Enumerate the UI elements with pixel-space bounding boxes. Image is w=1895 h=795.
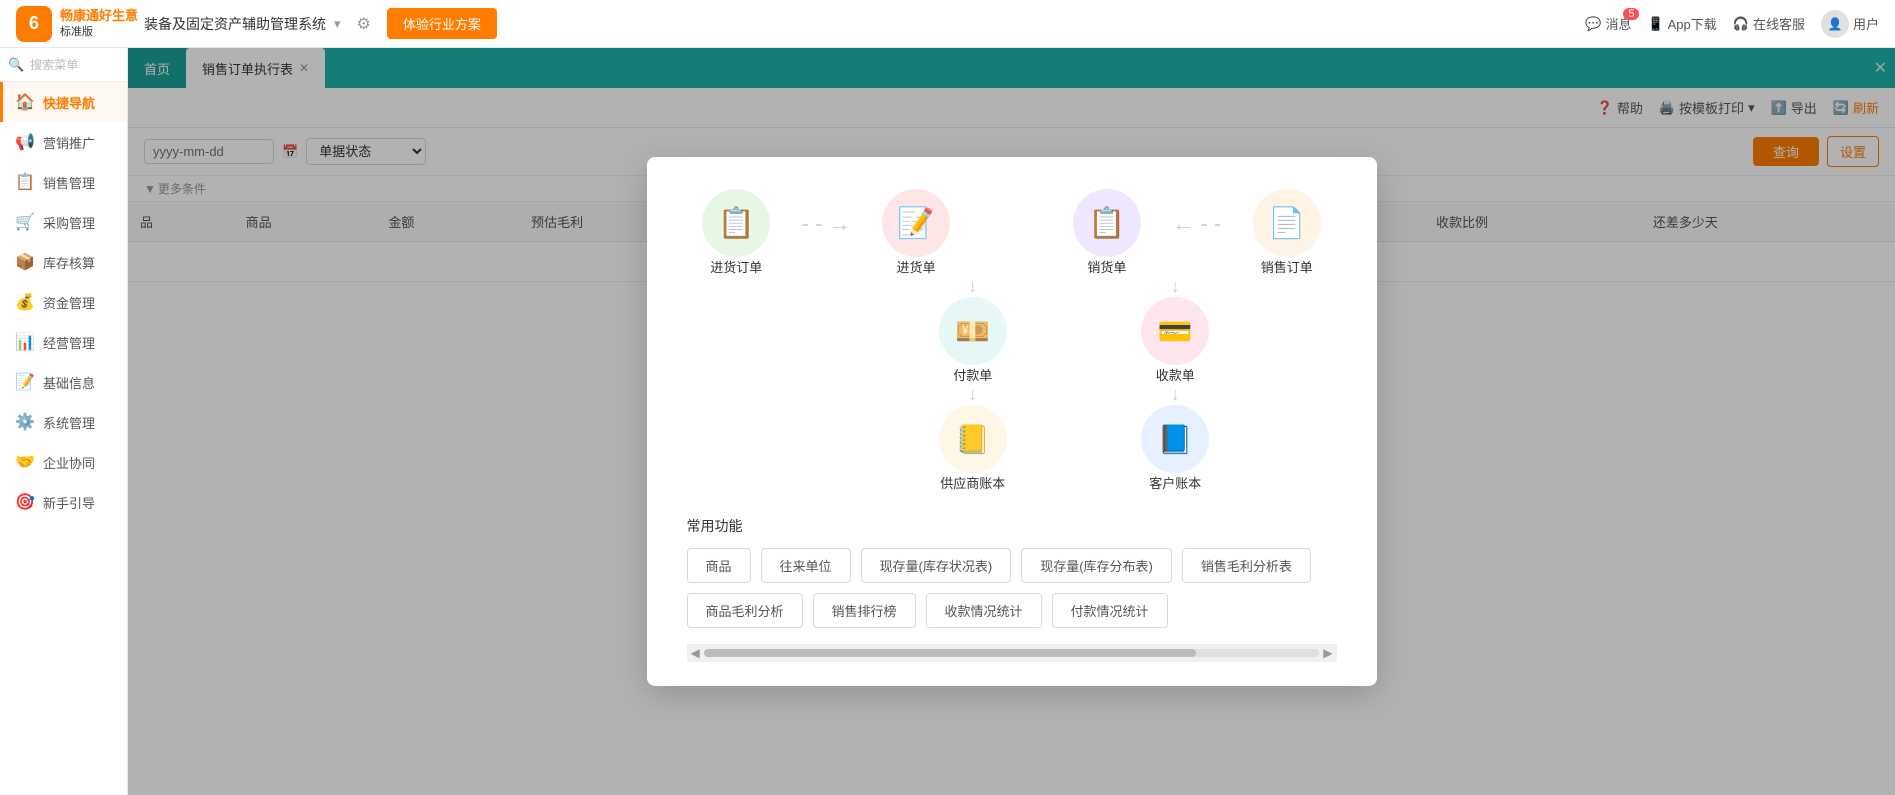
settings-icon[interactable]: ⚙ [357,14,371,34]
message-badge: 5 [1623,8,1639,20]
sidebar-item-sales[interactable]: 📋 销售管理 [0,162,127,202]
system-dropdown-icon[interactable]: ▾ [334,16,341,32]
flow-node-purchase-slip: 📝 进货单 [882,189,950,276]
sidebar-item-finance[interactable]: 💰 资金管理 [0,282,127,322]
app-download-button[interactable]: 📱 App下载 [1647,14,1716,33]
sidebar-item-quicknav[interactable]: 🏠 快捷导航 [0,82,127,122]
arrow-down-3: ↓ [968,384,977,405]
sidebar-item-inventory[interactable]: 📦 库存核算 [0,242,127,282]
arrow-down-1: ↓ [968,276,977,297]
flow-node-purchase-order: 📋 进货订单 [702,189,770,276]
sidebar-item-marketing[interactable]: 📢 营销推广 [0,122,127,162]
sidebar-item-basic-info[interactable]: 📝 基础信息 [0,362,127,402]
sidebar-item-system[interactable]: ⚙️ 系统管理 [0,402,127,442]
func-btn-sales-gross[interactable]: 销售毛利分析表 [1182,548,1311,583]
avatar: 👤 [1821,10,1849,38]
scrollbar-row: ◀ ▶ [687,644,1337,662]
operations-icon: 📊 [15,332,35,352]
logo-icon: 6 [16,6,52,42]
scroll-thumb [704,649,1196,657]
modal-content: 📋 进货订单 - - → 📝 进货单 [647,157,1377,686]
user-menu[interactable]: 👤 用户 [1821,10,1879,38]
modal-box: 📋 进货订单 - - → 📝 进货单 [647,157,1377,686]
search-menu[interactable]: 🔍 搜索菜单 [0,48,127,82]
content-area: 首页 销售订单执行表 ✕ ✕ ❓ 帮助 🖨️ 按模板打印 ▾ [128,48,1895,795]
scroll-track[interactable] [704,649,1320,657]
purchase-icon: 🛒 [15,212,35,232]
sidebar-item-purchase[interactable]: 🛒 采购管理 [0,202,127,242]
message-button[interactable]: 💬 消息 5 [1585,14,1631,33]
home-icon: 🏠 [15,92,35,112]
online-service-button[interactable]: 🎧 在线客服 [1733,14,1805,33]
scroll-left-arrow[interactable]: ◀ [691,646,700,660]
search-icon: 🔍 [8,57,24,73]
func-btn-product-gross[interactable]: 商品毛利分析 [687,593,803,628]
func-button-grid: 商品 往来单位 现存量(库存状况表) 现存量(库存分布表) 销售毛利分析表 商品… [687,548,1337,628]
top-right-actions: 💬 消息 5 📱 App下载 🎧 在线客服 👤 用户 [1585,10,1879,38]
col-sales-slip-down: ↓ 💳 收款单 ↓ 📘 客户账本 [1141,276,1209,492]
scroll-right-arrow[interactable]: ▶ [1323,646,1332,660]
arrow-right-1: - - → [802,211,851,237]
marketing-icon: 📢 [15,132,35,152]
func-btn-stock-status[interactable]: 现存量(库存状况表) [861,548,1012,583]
finance-icon: 💰 [15,292,35,312]
sidebar: 🔍 搜索菜单 🏠 快捷导航 📢 营销推广 📋 销售管理 🛒 采购管理 📦 [0,48,128,795]
modal-overlay[interactable]: 📋 进货订单 - - → 📝 进货单 [128,48,1895,795]
flow-node-sales-slip: 📋 销货单 [1073,189,1141,276]
system-icon: ⚙️ [15,412,35,432]
col-purchase-slip-down: ↓ 💴 付款单 ↓ 📒 供应商账本 [939,276,1007,492]
sales-slip-icon: 📋 [1073,189,1141,257]
purchase-slip-icon: 📝 [882,189,950,257]
trial-button[interactable]: 体验行业方案 [387,8,497,39]
system-name-area: 装备及固定资产辅助管理系统 ▾ ⚙ 体验行业方案 [144,8,1585,39]
func-btn-contacts[interactable]: 往来单位 [761,548,851,583]
system-title: 装备及固定资产辅助管理系统 [144,14,326,34]
payment-slip-icon: 💴 [939,297,1007,365]
func-btn-stock-dist[interactable]: 现存量(库存分布表) [1021,548,1172,583]
flow-node-sales-order: 📄 销售订单 [1253,189,1321,276]
func-btn-sales-rank[interactable]: 销售排行榜 [813,593,916,628]
purchase-order-icon: 📋 [702,189,770,257]
supplier-ledger-icon: 📒 [939,405,1007,473]
basicinfo-icon: 📝 [15,372,35,392]
sidebar-item-operations[interactable]: 📊 经营管理 [0,322,127,362]
func-btn-receipt-stats[interactable]: 收款情况统计 [926,593,1042,628]
sidebar-item-newbie[interactable]: 🎯 新手引导 [0,482,127,522]
common-functions: 常用功能 商品 往来单位 现存量(库存状况表) 现存量(库存分布表) 销售毛利分… [687,516,1337,628]
func-btn-product[interactable]: 商品 [687,548,751,583]
newbie-icon: 🎯 [15,492,35,512]
arrow-down-2: ↓ [1171,276,1180,297]
sidebar-item-collab[interactable]: 🤝 企业协同 [0,442,127,482]
collab-icon: 🤝 [15,452,35,472]
arrow-left-1: ← - - [1172,211,1221,237]
customer-ledger-icon: 📘 [1141,405,1209,473]
service-icon: 🎧 [1733,16,1749,32]
common-functions-title: 常用功能 [687,516,1337,536]
download-icon: 📱 [1647,16,1663,32]
logo-text: 畅康通好生意 标准版 [60,8,138,39]
receipt-slip-icon: 💳 [1141,297,1209,365]
message-icon: 💬 [1585,16,1601,32]
sales-order-icon: 📄 [1253,189,1321,257]
arrow-down-4: ↓ [1171,384,1180,405]
func-btn-payment-stats[interactable]: 付款情况统计 [1052,593,1168,628]
flow-diagram: 📋 进货订单 - - → 📝 进货单 [687,189,1337,492]
sales-icon: 📋 [15,172,35,192]
app-logo: 6 畅康通好生意 标准版 [16,6,144,42]
inventory-icon: 📦 [15,252,35,272]
